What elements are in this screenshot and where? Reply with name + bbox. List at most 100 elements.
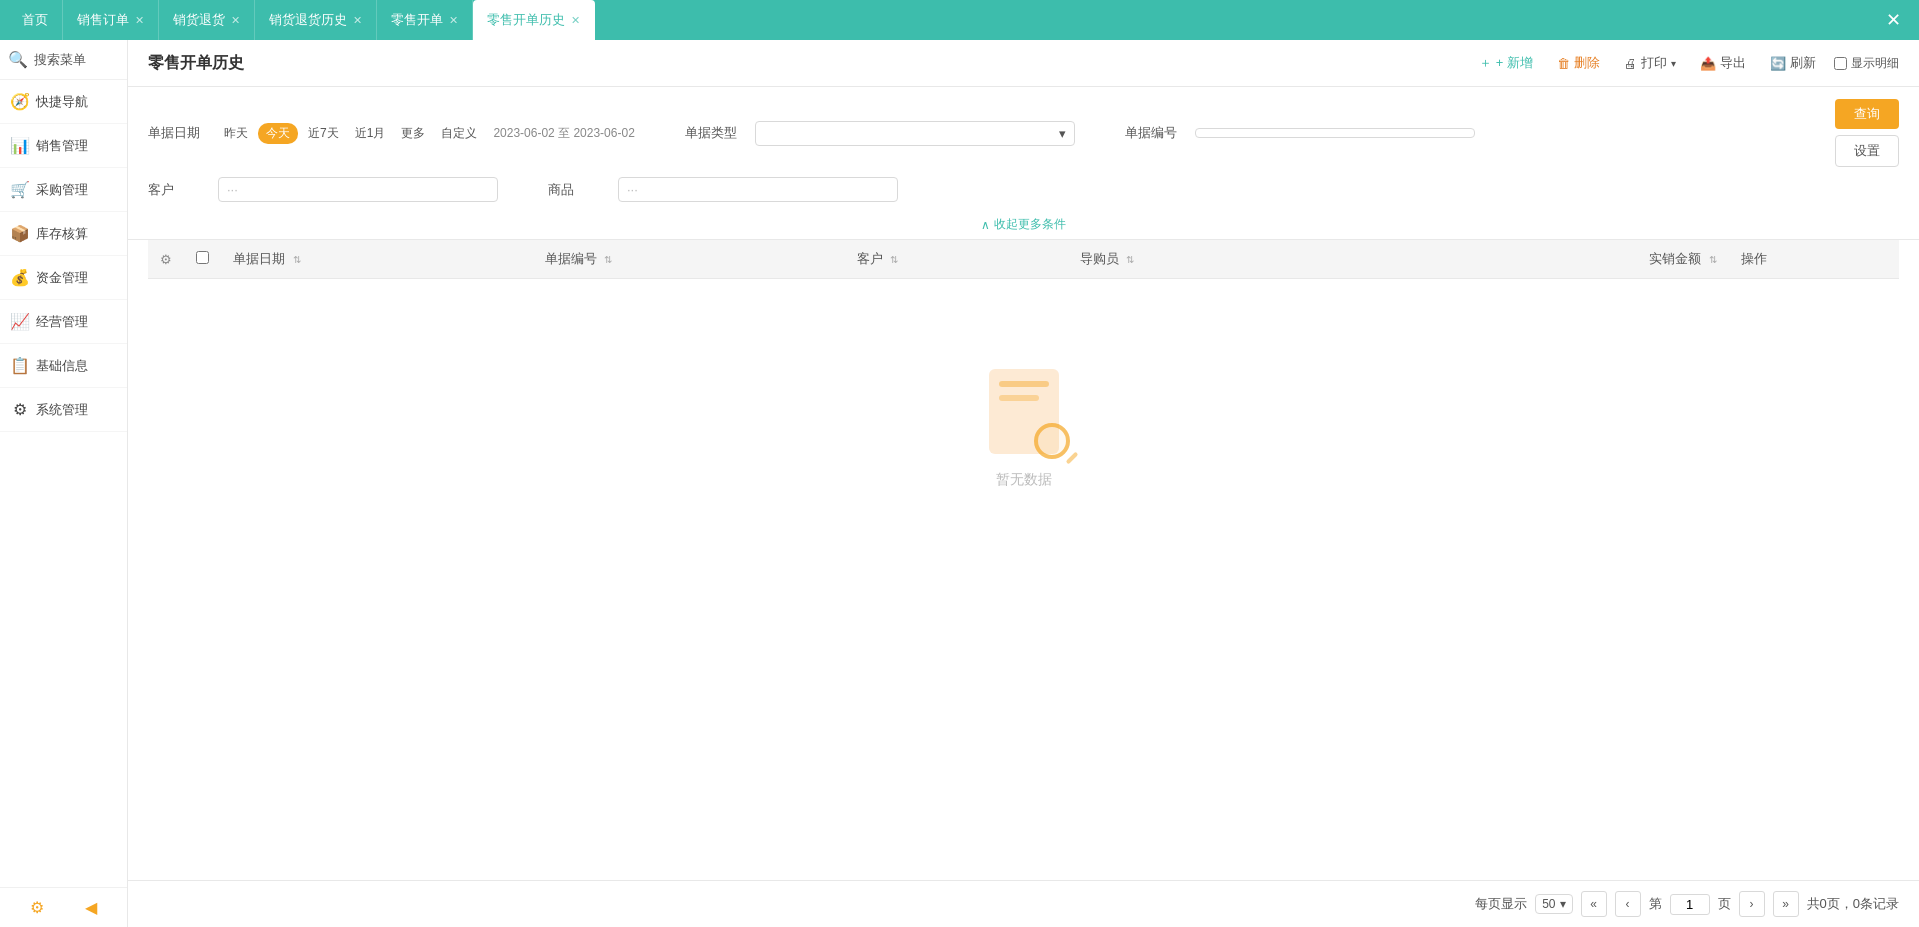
sidebar-item-finance[interactable]: 💰 资金管理: [0, 256, 127, 300]
close-tab-retail-open[interactable]: ✕: [449, 14, 458, 27]
tab-return-history[interactable]: 销货退货历史 ✕: [255, 0, 377, 40]
prev-page-icon: ‹: [1626, 897, 1630, 911]
display-detail-checkbox-label[interactable]: 显示明细: [1834, 55, 1899, 72]
type-filter-label: 单据类型: [685, 124, 745, 142]
finance-icon: 💰: [10, 268, 30, 287]
th-customer[interactable]: 客户 ⇅: [845, 240, 1068, 279]
tab-retail-history[interactable]: 零售开单历史 ✕: [473, 0, 595, 40]
date-quick-buttons: 昨天 今天 近7天 近1月 更多 自定义 2023-06-02 至 2023-0…: [218, 123, 635, 144]
print-dropdown-icon: ▾: [1671, 58, 1676, 69]
empty-search-shape: [1034, 423, 1070, 459]
close-tab-retail-history[interactable]: ✕: [571, 14, 580, 27]
toolbar: ＋ + 新增 🗑 删除 🖨 打印 ▾ 📤 导出 🔄: [1473, 50, 1899, 76]
delete-button[interactable]: 🗑 删除: [1551, 50, 1606, 76]
sort-date-icon: ⇅: [293, 254, 301, 265]
th-checkbox[interactable]: [184, 240, 221, 279]
refresh-icon: 🔄: [1770, 56, 1786, 71]
date-btn-today[interactable]: 今天: [258, 123, 298, 144]
gear-icon[interactable]: ⚙: [160, 252, 172, 267]
first-page-button[interactable]: «: [1581, 891, 1607, 917]
sidebar-search[interactable]: 🔍 搜索菜单: [0, 40, 127, 80]
date-btn-custom[interactable]: 自定义: [435, 123, 483, 144]
page-word-after: 页: [1718, 895, 1731, 913]
trash-icon: 🗑: [1557, 56, 1570, 71]
tab-sales-order[interactable]: 销售订单 ✕: [63, 0, 159, 40]
next-page-button[interactable]: ›: [1739, 891, 1765, 917]
sidebar-item-inventory[interactable]: 📦 库存核算: [0, 212, 127, 256]
select-all-checkbox[interactable]: [196, 251, 209, 264]
th-number[interactable]: 单据编号 ⇅: [533, 240, 845, 279]
page-header: 零售开单历史 ＋ + 新增 🗑 删除 🖨 打印 ▾ 📤 导出: [128, 40, 1919, 87]
th-salesperson[interactable]: 导购员 ⇅: [1068, 240, 1336, 279]
total-info: 共0页，0条记录: [1807, 895, 1899, 913]
date-btn-1month[interactable]: 近1月: [349, 123, 392, 144]
goods-filter-label: 商品: [548, 181, 608, 199]
pagination: 每页显示 50 ▾ « ‹ 第 页 › » 共0页，0条记录: [128, 880, 1919, 927]
table-area: ⚙ 单据日期 ⇅ 单据编号 ⇅: [128, 240, 1919, 880]
date-btn-yesterday[interactable]: 昨天: [218, 123, 254, 144]
display-detail-checkbox[interactable]: [1834, 57, 1847, 70]
main-layout: 🔍 搜索菜单 🧭 快捷导航 📊 销售管理 🛒 采购管理 📦 库存核算 💰 资金管…: [0, 40, 1919, 927]
sidebar-item-basic-info[interactable]: 📋 基础信息: [0, 344, 127, 388]
tab-retail-open[interactable]: 零售开单 ✕: [377, 0, 473, 40]
customer-input[interactable]: ···: [218, 177, 498, 202]
setting-button[interactable]: 设置: [1835, 135, 1899, 167]
tab-home[interactable]: 首页: [8, 0, 63, 40]
close-tab-return[interactable]: ✕: [231, 14, 240, 27]
date-range-display: 2023-06-02 至 2023-06-02: [493, 125, 634, 142]
date-btn-7days[interactable]: 近7天: [302, 123, 345, 144]
number-input[interactable]: [1195, 128, 1475, 138]
filter-area: 单据日期 昨天 今天 近7天 近1月 更多 自定义 2023-06-02 至 2…: [128, 87, 1919, 240]
type-select[interactable]: ▾: [755, 121, 1075, 146]
sidebar-collapse-button[interactable]: ◀: [85, 898, 97, 917]
sales-icon: 📊: [10, 136, 30, 155]
last-page-button[interactable]: »: [1773, 891, 1799, 917]
th-date[interactable]: 单据日期 ⇅: [221, 240, 533, 279]
date-filter-label: 单据日期: [148, 124, 208, 142]
empty-state: 暂无数据: [148, 279, 1899, 569]
per-page-label: 每页显示: [1475, 895, 1527, 913]
plus-icon: ＋: [1479, 54, 1492, 72]
page-title: 零售开单历史: [148, 53, 244, 74]
add-button[interactable]: ＋ + 新增: [1473, 50, 1539, 76]
basic-info-icon: 📋: [10, 356, 30, 375]
first-page-icon: «: [1590, 897, 1597, 911]
sidebar-item-purchase[interactable]: 🛒 采购管理: [0, 168, 127, 212]
page-size-value: 50: [1542, 897, 1555, 911]
prev-page-button[interactable]: ‹: [1615, 891, 1641, 917]
close-tab-return-history[interactable]: ✕: [353, 14, 362, 27]
chevron-down-icon: ▾: [1059, 126, 1066, 141]
page-word-before: 第: [1649, 895, 1662, 913]
refresh-button[interactable]: 🔄 刷新: [1764, 50, 1822, 76]
sidebar-settings-button[interactable]: ⚙: [30, 898, 44, 917]
customer-dots: ···: [227, 182, 238, 197]
page-size-dropdown-icon: ▾: [1560, 897, 1566, 911]
sidebar: 🔍 搜索菜单 🧭 快捷导航 📊 销售管理 🛒 采购管理 📦 库存核算 💰 资金管…: [0, 40, 128, 927]
collapse-row[interactable]: ∧ 收起更多条件: [148, 212, 1899, 239]
filter-actions: 查询 设置: [1835, 99, 1899, 167]
th-amount[interactable]: 实销金额 ⇅: [1417, 240, 1729, 279]
page-size-select[interactable]: 50 ▾: [1535, 894, 1572, 914]
sidebar-item-sales[interactable]: 📊 销售管理: [0, 124, 127, 168]
print-button[interactable]: 🖨 打印 ▾: [1618, 50, 1682, 76]
th-gear[interactable]: ⚙: [148, 240, 184, 279]
purchase-icon: 🛒: [10, 180, 30, 199]
sidebar-item-system[interactable]: ⚙ 系统管理: [0, 388, 127, 432]
inventory-icon: 📦: [10, 224, 30, 243]
sidebar-item-navigation[interactable]: 🧭 快捷导航: [0, 80, 127, 124]
export-icon: 📤: [1700, 56, 1716, 71]
sort-customer-icon: ⇅: [890, 254, 898, 265]
tab-return[interactable]: 销货退货 ✕: [159, 0, 255, 40]
print-icon: 🖨: [1624, 56, 1637, 71]
filter-row-2: 客户 ··· 商品 ···: [148, 177, 1899, 202]
sort-salesperson-icon: ⇅: [1126, 254, 1134, 265]
page-number-input[interactable]: [1670, 894, 1710, 915]
window-close-button[interactable]: ✕: [1876, 5, 1911, 35]
goods-input[interactable]: ···: [618, 177, 898, 202]
date-btn-more[interactable]: 更多: [395, 123, 431, 144]
close-tab-sales-order[interactable]: ✕: [135, 14, 144, 27]
operations-icon: 📈: [10, 312, 30, 331]
sidebar-item-operations[interactable]: 📈 经营管理: [0, 300, 127, 344]
query-button[interactable]: 查询: [1835, 99, 1899, 129]
export-button[interactable]: 📤 导出: [1694, 50, 1752, 76]
